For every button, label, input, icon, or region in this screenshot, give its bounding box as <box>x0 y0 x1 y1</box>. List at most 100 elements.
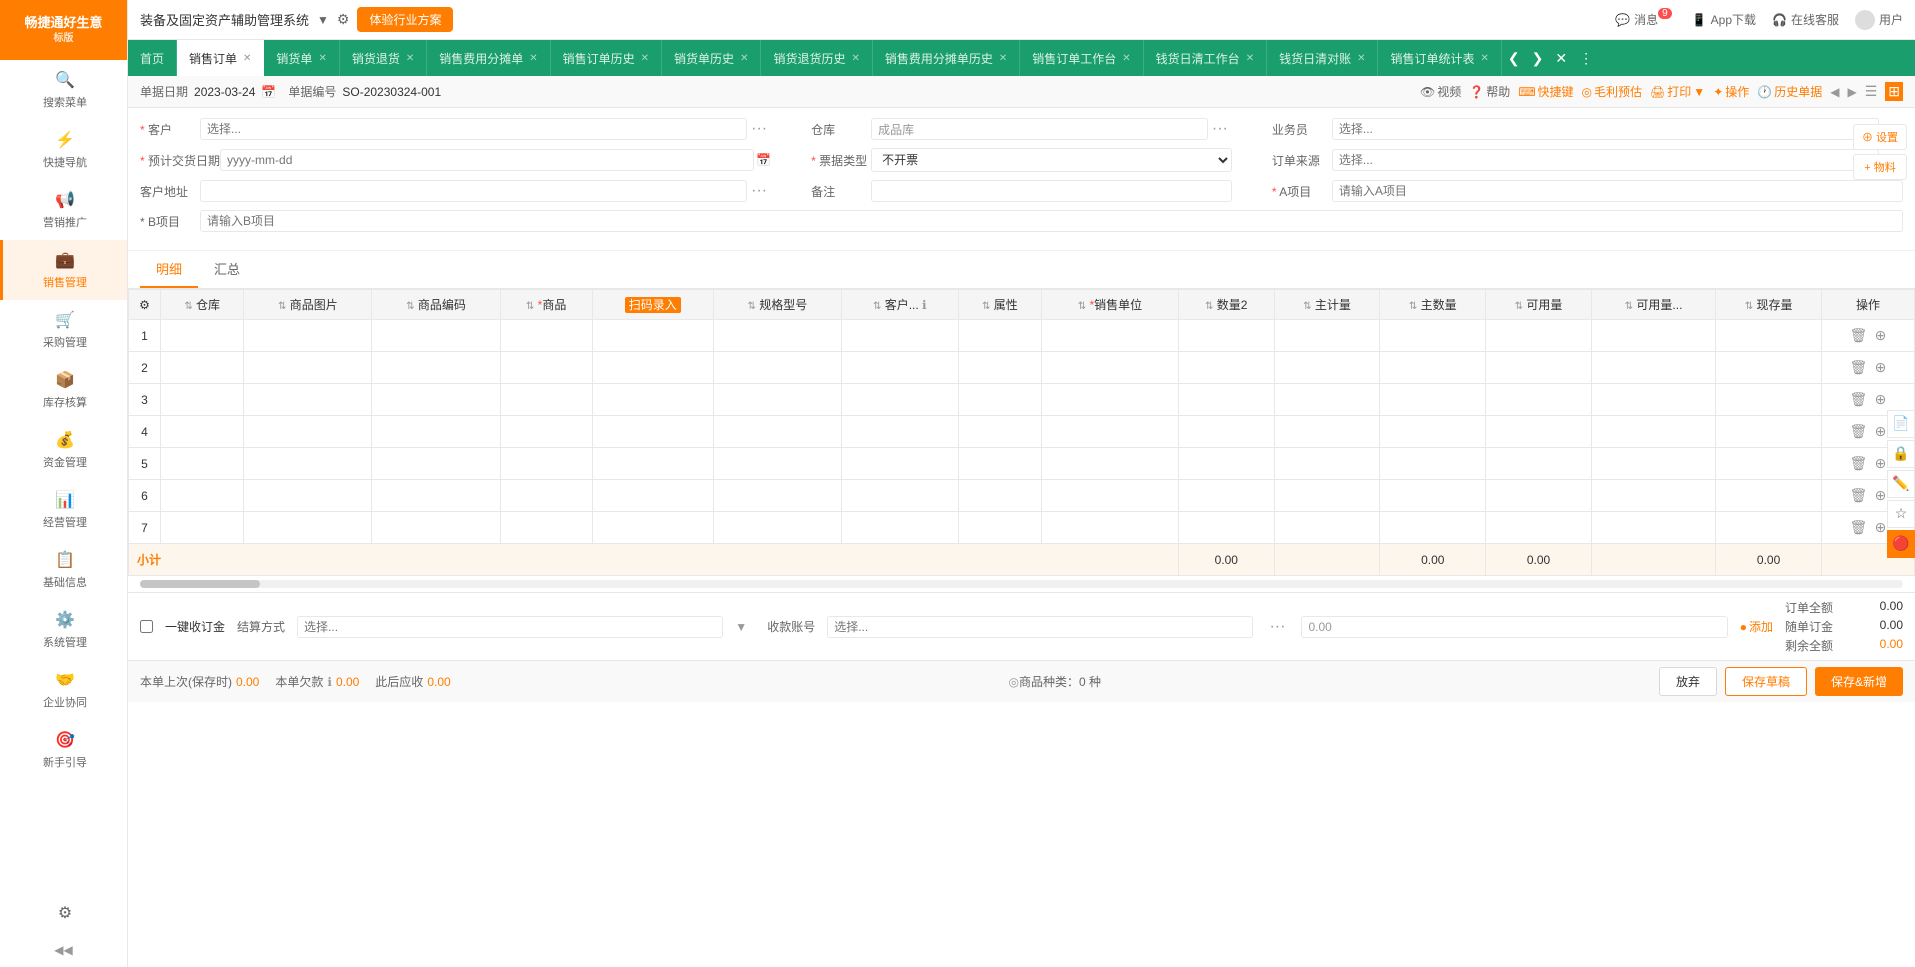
cell-stock[interactable] <box>1716 512 1822 544</box>
cell-qty2[interactable] <box>1178 352 1274 384</box>
cell-unit[interactable] <box>1042 448 1179 480</box>
cell-stock[interactable] <box>1716 352 1822 384</box>
sidebar-item-search[interactable]: 🔍 搜索菜单 <box>0 60 127 120</box>
float-doc-icon[interactable]: 📄 <box>1887 410 1915 438</box>
cell-code[interactable] <box>372 512 500 544</box>
cell-warehouse[interactable] <box>161 384 244 416</box>
nav-prev-page-icon[interactable]: ◀ <box>1830 85 1839 99</box>
nav-prev-arrow[interactable]: ❮ <box>1502 50 1526 67</box>
history-btn[interactable]: 🕐 历史单据 <box>1757 83 1822 100</box>
cell-spec[interactable] <box>713 320 841 352</box>
sidebar-item-enterprise[interactable]: 🤝 企业协同 <box>0 660 127 720</box>
cell-code[interactable] <box>372 384 500 416</box>
delete-icon[interactable]: 🗑 <box>1850 327 1868 343</box>
th-settings[interactable]: ⚙ <box>129 290 161 320</box>
cell-main-qty[interactable] <box>1380 384 1486 416</box>
cell-main-unit[interactable] <box>1274 480 1380 512</box>
cell-attribute[interactable] <box>958 416 1041 448</box>
delete-icon[interactable]: 🗑 <box>1850 391 1868 407</box>
cell-code[interactable] <box>372 352 500 384</box>
cell-product[interactable] <box>500 480 592 512</box>
cell-available[interactable] <box>1486 416 1592 448</box>
cell-customer-code[interactable] <box>841 384 958 416</box>
sidebar-collapse-btn[interactable]: ◀◀ <box>0 933 127 967</box>
b-project-input[interactable] <box>200 210 1903 232</box>
cell-unit[interactable] <box>1042 352 1179 384</box>
copy-icon[interactable]: ⊕ <box>1875 423 1887 439</box>
detail-tab-1[interactable]: 汇总 <box>198 251 256 288</box>
cell-available[interactable] <box>1486 320 1592 352</box>
nav-close-all[interactable]: ✕ <box>1549 50 1573 67</box>
cell-main-qty[interactable] <box>1380 448 1486 480</box>
cell-attribute[interactable] <box>958 384 1041 416</box>
delete-icon[interactable]: 🗑 <box>1850 519 1868 535</box>
nav-tab-2[interactable]: 销货单✕ <box>264 40 339 76</box>
cell-available2[interactable] <box>1591 480 1715 512</box>
nav-tab-3[interactable]: 销货退货✕ <box>340 40 427 76</box>
save-draft-btn[interactable]: 保存草稿 <box>1725 667 1807 696</box>
cell-customer-code[interactable] <box>841 512 958 544</box>
nav-tab-close-1[interactable]: ✕ <box>243 53 251 64</box>
nav-tab-11[interactable]: 钱货日清对账✕ <box>1267 40 1378 76</box>
cell-image[interactable] <box>244 352 372 384</box>
th-image[interactable]: ⇅ 商品图片 <box>244 290 372 320</box>
th-scan[interactable]: 扫码录入 <box>592 290 713 320</box>
list-view-icon[interactable]: ☰ <box>1865 83 1878 100</box>
cell-available2[interactable] <box>1591 416 1715 448</box>
nav-tab-close-7[interactable]: ✕ <box>851 53 859 64</box>
warehouse-input[interactable] <box>871 118 1208 140</box>
scrollbar-thumb[interactable] <box>140 580 260 588</box>
cell-warehouse[interactable] <box>161 352 244 384</box>
cell-image[interactable] <box>244 320 372 352</box>
cell-main-unit[interactable] <box>1274 448 1380 480</box>
debit-info-icon[interactable]: ℹ <box>327 675 332 689</box>
customer-more-icon[interactable]: ··· <box>747 120 771 138</box>
float-lock-icon[interactable]: 🔒 <box>1887 440 1915 468</box>
cell-code[interactable] <box>372 320 500 352</box>
add-btn[interactable]: ● 添加 <box>1740 618 1773 635</box>
industry-btn[interactable]: 体验行业方案 <box>357 7 453 32</box>
nav-tab-close-9[interactable]: ✕ <box>1122 53 1130 64</box>
sidebar-item-system[interactable]: ⚙️ 系统管理 <box>0 600 127 660</box>
number-value[interactable]: SO-20230324-001 <box>342 85 441 99</box>
nav-tab-6[interactable]: 销货单历史✕ <box>662 40 761 76</box>
cell-qty2[interactable] <box>1178 416 1274 448</box>
th-unit[interactable]: ⇅ *销售单位 <box>1042 290 1179 320</box>
cell-warehouse[interactable] <box>161 480 244 512</box>
payment-method-dropdown-icon[interactable]: ▼ <box>735 620 747 634</box>
cell-qty2[interactable] <box>1178 512 1274 544</box>
date-value[interactable]: 2023-03-24 <box>194 85 255 99</box>
online-service-btn[interactable]: 🎧 在线客服 <box>1772 11 1839 28</box>
cell-product[interactable] <box>500 512 592 544</box>
one-click-checkbox[interactable] <box>140 620 153 633</box>
bank-account-more-icon[interactable]: ··· <box>1265 618 1289 636</box>
cell-qty2[interactable] <box>1178 480 1274 512</box>
cell-available[interactable] <box>1486 480 1592 512</box>
sidebar-item-newbie[interactable]: 🎯 新手引导 <box>0 720 127 780</box>
cell-attribute[interactable] <box>958 352 1041 384</box>
cell-customer-code[interactable] <box>841 416 958 448</box>
sidebar-item-settings[interactable]: ⚙ <box>0 893 127 933</box>
cell-image[interactable] <box>244 448 372 480</box>
th-code[interactable]: ⇅ 商品编码 <box>372 290 500 320</box>
cell-unit[interactable] <box>1042 480 1179 512</box>
cell-product[interactable] <box>500 352 592 384</box>
cell-product[interactable] <box>500 384 592 416</box>
nav-tab-12[interactable]: 销售订单统计表✕ <box>1378 40 1501 76</box>
cell-available2[interactable] <box>1591 320 1715 352</box>
cell-spec[interactable] <box>713 416 841 448</box>
grid-view-icon[interactable]: ⊞ <box>1885 82 1903 101</box>
delete-icon[interactable]: 🗑 <box>1850 359 1868 375</box>
float-alert-icon[interactable]: 🔴 <box>1887 530 1915 558</box>
cell-available[interactable] <box>1486 448 1592 480</box>
nav-tab-close-8[interactable]: ✕ <box>999 53 1007 64</box>
messages-btn[interactable]: 💬 消息 9 <box>1615 11 1676 28</box>
th-available[interactable]: ⇅ 可用量 <box>1486 290 1592 320</box>
dropdown-arrow-icon[interactable]: ▼ <box>317 13 329 27</box>
cell-main-qty[interactable] <box>1380 352 1486 384</box>
order-source-input[interactable] <box>1332 149 1879 171</box>
nav-next-page-icon[interactable]: ▶ <box>1847 85 1856 99</box>
sidebar-item-basic[interactable]: 📋 基础信息 <box>0 540 127 600</box>
th-attribute[interactable]: ⇅ 属性 <box>958 290 1041 320</box>
cell-spec[interactable] <box>713 512 841 544</box>
